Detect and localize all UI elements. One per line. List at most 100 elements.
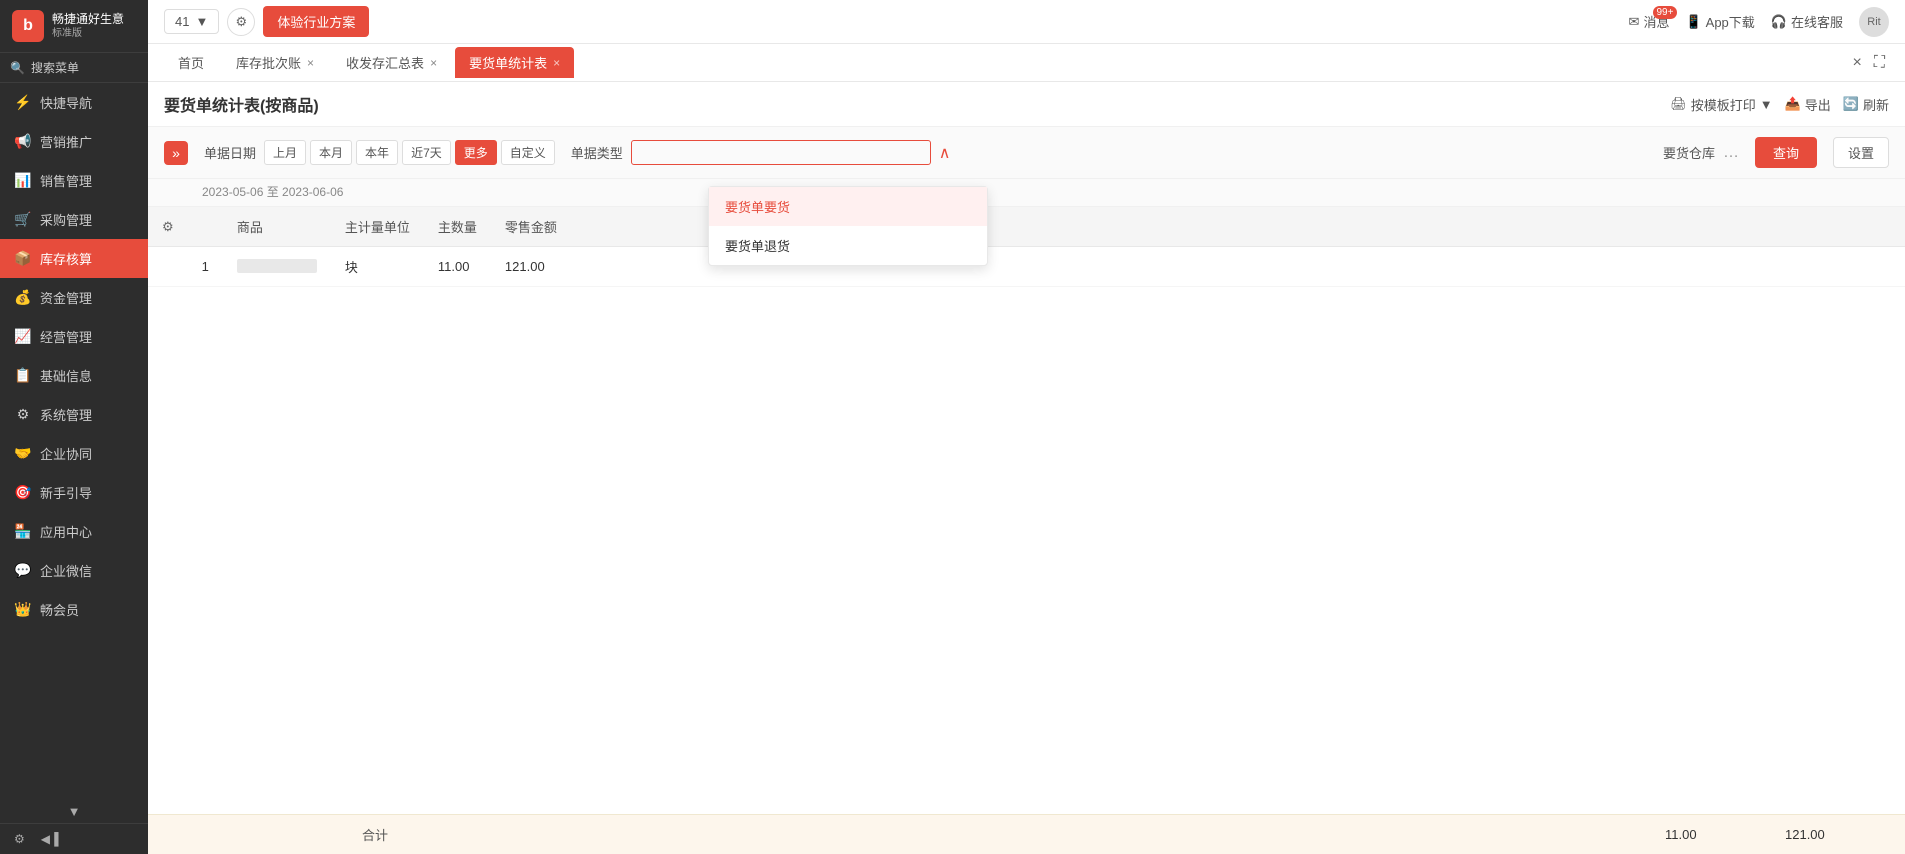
data-table: ⚙ 商品 主计量单位 主数量 零售金额 1 [148,207,1905,287]
export-btn[interactable]: 📤 导出 [1785,95,1831,114]
print-icon: 🖨 [1670,96,1687,112]
app-download-action[interactable]: 📱 App下载 [1685,12,1754,31]
sidebar-item-guide[interactable]: 🎯 新手引导 [0,473,148,512]
refresh-btn[interactable]: 🔄 刷新 [1843,95,1889,114]
date-btn-last-7[interactable]: 近7天 [402,140,451,165]
sidebar-item-finance[interactable]: 💰 资金管理 [0,278,148,317]
th-unit: 主计量单位 [331,207,424,247]
logo-text: 畅捷通好生意 标准版 [52,12,124,41]
print-btn[interactable]: 🖨 按模板打印 ▼ [1670,95,1772,114]
date-btn-last-month[interactable]: 上月 [264,140,306,165]
store-selector[interactable]: 41 ▼ [164,9,219,34]
industry-btn[interactable]: 体验行业方案 [263,6,369,37]
row-settings-cell [148,247,188,287]
row-index-cell: 1 [188,247,223,287]
header-left: 41 ▼ ⚙ 体验行业方案 [164,6,1619,37]
row-qty-cell: 11.00 [424,247,491,287]
query-button[interactable]: 查询 [1755,137,1817,168]
settings-footer-icon: ⚙ [14,832,25,846]
sidebar-item-operations[interactable]: 📈 经营管理 [0,317,148,356]
date-buttons: 上月 本月 本年 近7天 更多 自定义 [264,140,555,165]
column-settings-icon[interactable]: ⚙ [162,219,174,234]
sidebar-item-marketing[interactable]: 📢 营销推广 [0,122,148,161]
footer-values: 11.00 121.00 [1651,827,1891,842]
tab-close-window-btn[interactable]: × [1848,52,1865,74]
page-content: 要货单统计表(按商品) 🖨 按模板打印 ▼ 📤 导出 🔄 刷新 » [148,82,1905,854]
type-dropdown: 要货单要货 要货单退货 [708,186,988,266]
tab-order-stats-close[interactable]: × [553,56,560,70]
tab-bar: 首页 库存批次账 × 收发存汇总表 × 要货单统计表 × × ⛶ [148,44,1905,82]
tab-receivable-summary[interactable]: 收发存汇总表 × [332,47,451,78]
sidebar-item-quick-nav[interactable]: ⚡ 快捷导航 [0,83,148,122]
message-icon: ✉ [1629,14,1640,30]
row-goods-cell [223,247,331,287]
sidebar-item-sales[interactable]: 📊 销售管理 [0,161,148,200]
th-qty: 主数量 [424,207,491,247]
warehouse-more-btn[interactable]: … [1723,144,1739,162]
th-goods: 商品 [223,207,331,247]
date-range-display: 2023-05-06 至 2023-06-06 [148,179,1905,207]
filter-settings-btn[interactable]: 设置 [1833,137,1889,168]
sidebar-item-wechat[interactable]: 💬 企业微信 [0,551,148,590]
collapse-icon: ◀▐ [41,832,59,846]
sidebar-item-appstore[interactable]: 🏪 应用中心 [0,512,148,551]
sidebar: b 畅捷通好生意 标准版 🔍 搜索菜单 ⚡ 快捷导航 📢 营销推广 📊 销售管理… [0,0,148,854]
system-icon: ⚙ [14,406,32,424]
date-btn-this-year[interactable]: 本年 [356,140,398,165]
phone-icon: 📱 [1685,14,1701,30]
tab-order-stats[interactable]: 要货单统计表 × [455,47,574,78]
footer-qty: 11.00 [1651,827,1771,842]
filter-expand-btn[interactable]: » [164,141,188,165]
sidebar-collapse-btn[interactable]: ◀▐ [41,832,59,846]
print-dropdown-icon: ▼ [1760,97,1773,112]
sidebar-footer: ⚙ ◀▐ [0,823,148,854]
tab-receivable-summary-close[interactable]: × [430,56,437,70]
sidebar-item-member[interactable]: 👑 畅会员 [0,590,148,629]
th-settings[interactable]: ⚙ [148,207,188,247]
sidebar-item-basics[interactable]: 📋 基础信息 [0,356,148,395]
page-header: 要货单统计表(按商品) 🖨 按模板打印 ▼ 📤 导出 🔄 刷新 [148,82,1905,127]
table-footer: 合计 11.00 121.00 [148,814,1905,854]
sales-icon: 📊 [14,172,32,190]
goods-placeholder [237,259,317,273]
page-title: 要货单统计表(按商品) [164,92,319,116]
sidebar-item-system[interactable]: ⚙ 系统管理 [0,395,148,434]
dropdown-item-order-return[interactable]: 要货单退货 [709,226,987,265]
enterprise-icon: 🤝 [14,445,32,463]
date-filter-group: 单据日期 上月 本月 本年 近7天 更多 自定义 [204,140,555,165]
filter-bar: » 单据日期 上月 本月 本年 近7天 更多 自定义 单据类型 ∧ 要货仓库 [148,127,1905,179]
dropdown-item-order-request[interactable]: 要货单要货 [709,187,987,226]
appstore-icon: 🏪 [14,523,32,541]
avatar[interactable]: Rit [1859,7,1889,37]
table-header: ⚙ 商品 主计量单位 主数量 零售金额 [148,207,1905,247]
guide-icon: 🎯 [14,484,32,502]
header-right: ✉ 消息 99+ 📱 App下载 🎧 在线客服 Rit [1629,7,1889,37]
logo-icon: b [12,10,44,42]
top-header: 41 ▼ ⚙ 体验行业方案 ✉ 消息 99+ 📱 App下载 🎧 在线客服 [148,0,1905,44]
date-btn-this-month[interactable]: 本月 [310,140,352,165]
sidebar-item-inventory[interactable]: 📦 库存核算 [0,239,148,278]
search-icon: 🔍 [10,61,25,75]
date-btn-more[interactable]: 更多 [455,140,497,165]
sidebar-item-enterprise[interactable]: 🤝 企业协同 [0,434,148,473]
sidebar-search[interactable]: 🔍 搜索菜单 [0,53,148,83]
footer-amount: 121.00 [1771,827,1891,842]
online-service-action[interactable]: 🎧 在线客服 [1771,12,1843,31]
message-action[interactable]: ✉ 消息 99+ [1629,12,1670,31]
table-body: 1 块 11.00 121.00 [148,247,1905,287]
tab-fullscreen-btn[interactable]: ⛶ [1870,52,1889,74]
header-gear-btn[interactable]: ⚙ [227,8,255,36]
table-header-row: ⚙ 商品 主计量单位 主数量 零售金额 [148,207,1905,247]
sidebar-scroll-down[interactable]: ▼ [0,800,148,823]
type-filter-clear[interactable]: ∧ [939,143,951,163]
tab-inventory-batch-close[interactable]: × [307,56,314,70]
tab-inventory-batch[interactable]: 库存批次账 × [222,47,328,78]
row-amount-cell: 121.00 [491,247,571,287]
date-btn-custom[interactable]: 自定义 [501,140,555,165]
type-filter-input[interactable] [631,140,931,165]
sidebar-settings-btn[interactable]: ⚙ [14,832,25,846]
warehouse-filter-label: 要货仓库 [1663,143,1715,162]
sidebar-item-purchase[interactable]: 🛒 采购管理 [0,200,148,239]
operations-icon: 📈 [14,328,32,346]
tab-home[interactable]: 首页 [164,47,218,78]
